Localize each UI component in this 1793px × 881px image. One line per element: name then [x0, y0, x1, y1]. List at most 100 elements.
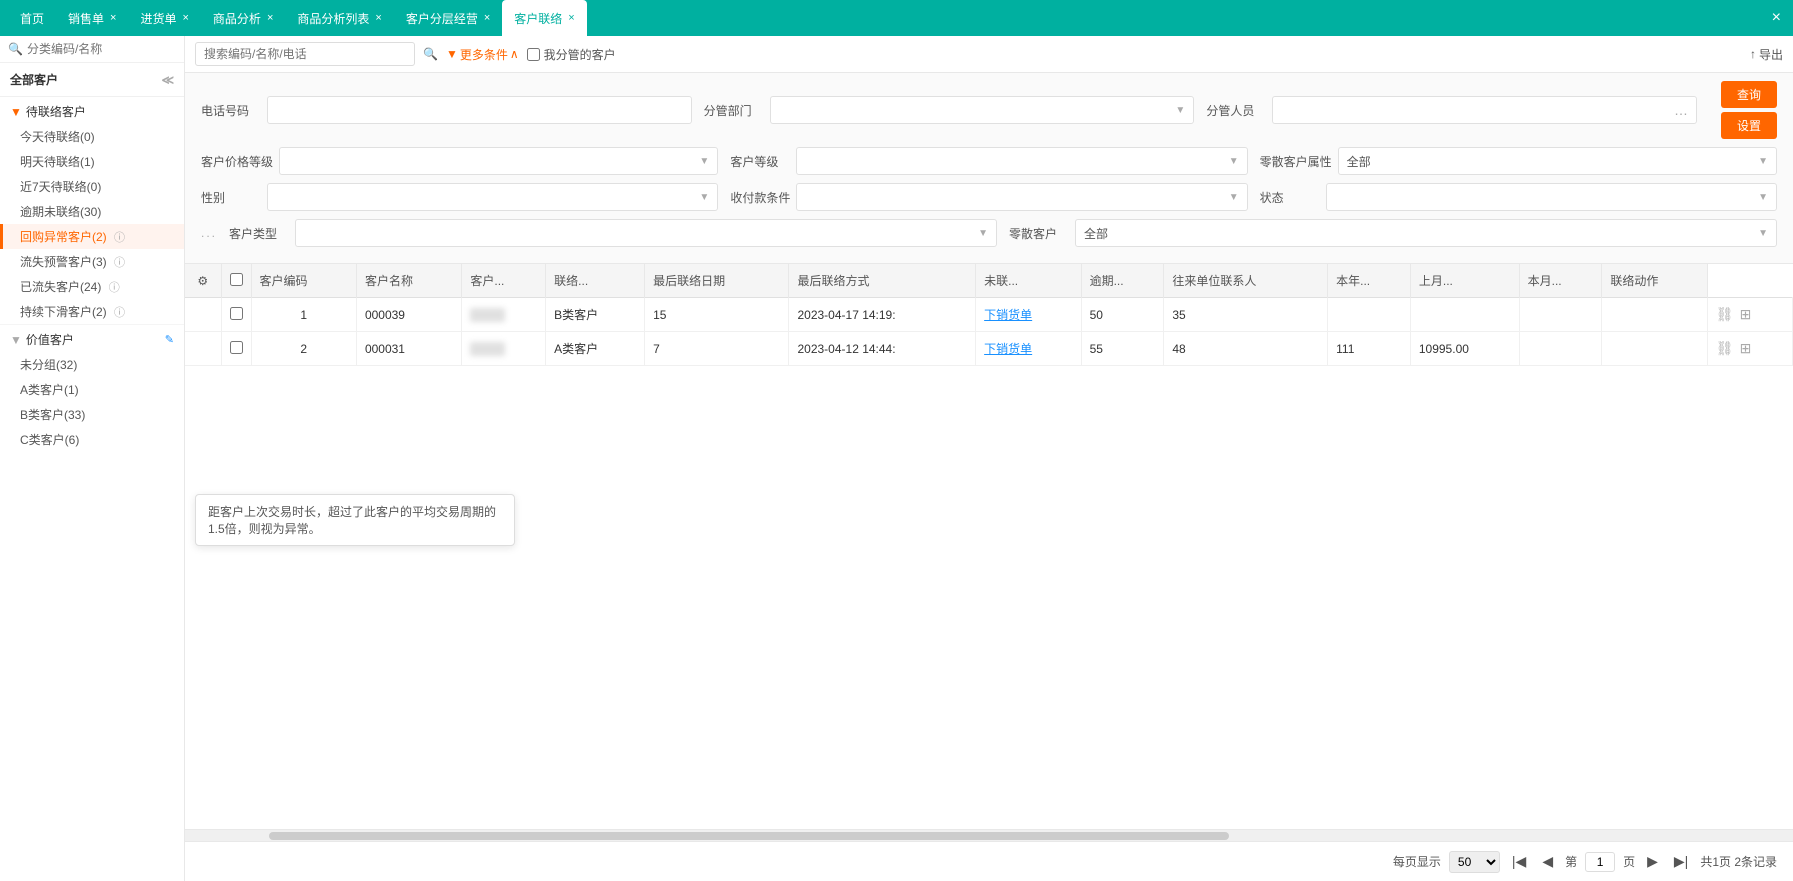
row1-link-icon[interactable]: ⛓	[1716, 306, 1734, 323]
row2-select-checkbox[interactable]	[230, 341, 243, 354]
sidebar-item-ungrouped[interactable]: 未分组(32)	[0, 352, 184, 377]
filter-buttons: 查询 设置	[1721, 81, 1777, 139]
per-page-select[interactable]: 50 20 100	[1449, 851, 1500, 873]
sidebar-item-today[interactable]: 今天待联络(0)	[0, 124, 184, 149]
declining-help-icon[interactable]: ⓘ	[114, 307, 125, 319]
sidebar-pending-section[interactable]: ▼ 待联络客户	[0, 97, 184, 124]
row1-last-month	[1519, 298, 1602, 332]
my-customers-checkbox-label[interactable]: 我分管的客户	[527, 46, 616, 63]
repurchase-help-icon[interactable]: ⓘ	[114, 232, 125, 244]
page-suffix: 页	[1623, 853, 1635, 870]
nav-item-home[interactable]: 首页	[8, 0, 56, 36]
sidebar-item-repurchase-abnormal[interactable]: 回购异常客户(2) ⓘ	[0, 224, 184, 249]
row1-checkbox[interactable]	[221, 298, 251, 332]
nav-close-product-analysis-list[interactable]: ×	[375, 12, 381, 24]
settings-button[interactable]: 设置	[1721, 112, 1777, 139]
row2-contact-person: 111	[1328, 332, 1411, 366]
next-page-button[interactable]: ▶	[1643, 851, 1662, 872]
content-area: 🔍 ▼ 更多条件 ∧ 我分管的客户 ↑ 导出 电话号码	[185, 36, 1793, 881]
payment-input[interactable]: ▼	[796, 183, 1247, 211]
search-input[interactable]	[195, 42, 415, 66]
total-label: 共1页 2条记录	[1700, 853, 1777, 870]
sidebar-item-7days[interactable]: 近7天待联络(0)	[0, 174, 184, 199]
nav-item-customer-contact[interactable]: 客户联络 ×	[502, 0, 586, 36]
sidebar-item-overdue[interactable]: 逾期未联络(30)	[0, 199, 184, 224]
status-input[interactable]: ▼	[1326, 183, 1777, 211]
retail-customer-label: 零散客户	[1009, 225, 1069, 242]
search-button[interactable]: 🔍	[423, 47, 438, 61]
more-conditions-button[interactable]: ▼ 更多条件 ∧	[446, 46, 519, 63]
nav-close-customer-management[interactable]: ×	[484, 12, 490, 24]
col-last-month: 上月...	[1410, 264, 1519, 298]
prev-page-button[interactable]: ◀	[1538, 851, 1557, 872]
customer-table: ⚙ 客户编码 客户名称 客户...	[185, 264, 1793, 366]
page-number-input[interactable]	[1585, 852, 1615, 872]
status-arrow: ▼	[1758, 192, 1768, 203]
sidebar-search-input[interactable]	[27, 42, 182, 56]
horizontal-scrollbar[interactable]	[185, 829, 1793, 841]
first-page-button[interactable]: |◀	[1508, 851, 1530, 872]
row2-last-month	[1519, 332, 1602, 366]
loss-warning-help-icon[interactable]: ⓘ	[114, 257, 125, 269]
nav-item-product-analysis-list[interactable]: 商品分析列表 ×	[285, 0, 393, 36]
filter-person: 分管人员 …	[1206, 96, 1697, 124]
sidebar-item-b-class[interactable]: B类客户(33)	[0, 402, 184, 427]
dept-input[interactable]: ▼	[770, 96, 1195, 124]
phone-input[interactable]	[267, 96, 692, 124]
person-more[interactable]: …	[1674, 102, 1688, 118]
sidebar-all-customers[interactable]: 全部客户 ≪	[0, 63, 184, 97]
nav-item-sales[interactable]: 销售单 ×	[56, 0, 128, 36]
col-contact-count: 联络...	[546, 264, 645, 298]
sidebar-item-lost[interactable]: 已流失客户(24) ⓘ	[0, 274, 184, 299]
nav-item-customer-management[interactable]: 客户分层经营 ×	[394, 0, 502, 36]
nav-close-purchase[interactable]: ×	[182, 12, 188, 24]
col-settings[interactable]: ⚙	[185, 264, 221, 298]
filter-row-1: 电话号码 分管部门 ▼ 分管人员 … 查询 设置	[201, 81, 1777, 139]
nav-item-purchase[interactable]: 进货单 ×	[128, 0, 200, 36]
price-grade-input[interactable]: ▼	[279, 147, 718, 175]
my-customers-checkbox[interactable]	[527, 48, 540, 61]
customer-type-input[interactable]: ▼	[295, 219, 997, 247]
export-button[interactable]: ↑ 导出	[1750, 46, 1783, 63]
last-page-button[interactable]: ▶|	[1670, 851, 1692, 872]
row1-contact-count: 15	[645, 298, 789, 332]
sidebar-search-icon[interactable]: 🔍	[8, 42, 23, 56]
query-button[interactable]: 查询	[1721, 81, 1777, 108]
sidebar-value-section[interactable]: ▼ 价值客户 ✎	[0, 324, 184, 352]
retail-customer-input[interactable]: 全部 ▼	[1075, 219, 1777, 247]
row2-checkbox[interactable]	[221, 332, 251, 366]
retail-attr-label: 零散客户属性	[1260, 153, 1332, 170]
nav-close-sales[interactable]: ×	[110, 12, 116, 24]
edit-value-icon[interactable]: ✎	[165, 333, 174, 346]
col-last-contact-method: 最后联络方式	[789, 264, 976, 298]
select-all-checkbox[interactable]	[230, 273, 243, 286]
gender-input[interactable]: ▼	[267, 183, 718, 211]
row1-grid-icon[interactable]: ⊞	[1740, 306, 1752, 323]
row2-grid-icon[interactable]: ⊞	[1740, 340, 1752, 357]
more-conditions-chevron: ∧	[510, 47, 519, 61]
customer-grade-label: 客户等级	[730, 153, 790, 170]
retail-attr-input[interactable]: 全部 ▼	[1338, 147, 1777, 175]
sidebar-item-tomorrow[interactable]: 明天待联络(1)	[0, 149, 184, 174]
person-input[interactable]: …	[1272, 96, 1697, 124]
sidebar-item-a-class[interactable]: A类客户(1)	[0, 377, 184, 402]
nav-item-product-analysis[interactable]: 商品分析 ×	[201, 0, 285, 36]
lost-help-icon[interactable]: ⓘ	[109, 282, 120, 294]
row2-link-icon[interactable]: ⛓	[1716, 340, 1734, 357]
person-label: 分管人员	[1206, 102, 1266, 119]
sidebar-item-declining[interactable]: 持续下滑客户(2) ⓘ	[0, 299, 184, 324]
close-all-button[interactable]: ×	[1772, 9, 1781, 27]
row2-code: 000031	[356, 332, 461, 366]
sidebar-item-loss-warning[interactable]: 流失预警客户(3) ⓘ	[0, 249, 184, 274]
customer-grade-arrow: ▼	[1229, 156, 1239, 167]
filter-status: 状态 ▼	[1260, 183, 1777, 211]
nav-close-product-analysis[interactable]: ×	[267, 12, 273, 24]
nav-close-customer-contact[interactable]: ×	[568, 12, 574, 24]
col-code: 客户编码	[251, 264, 356, 298]
sidebar-collapse-icon[interactable]: ≪	[161, 73, 174, 87]
all-customers-label: 全部客户	[10, 71, 58, 88]
customer-grade-input[interactable]: ▼	[796, 147, 1247, 175]
row1-select-checkbox[interactable]	[230, 307, 243, 320]
scrollbar-thumb[interactable]	[269, 832, 1229, 840]
sidebar-item-c-class[interactable]: C类客户(6)	[0, 427, 184, 452]
